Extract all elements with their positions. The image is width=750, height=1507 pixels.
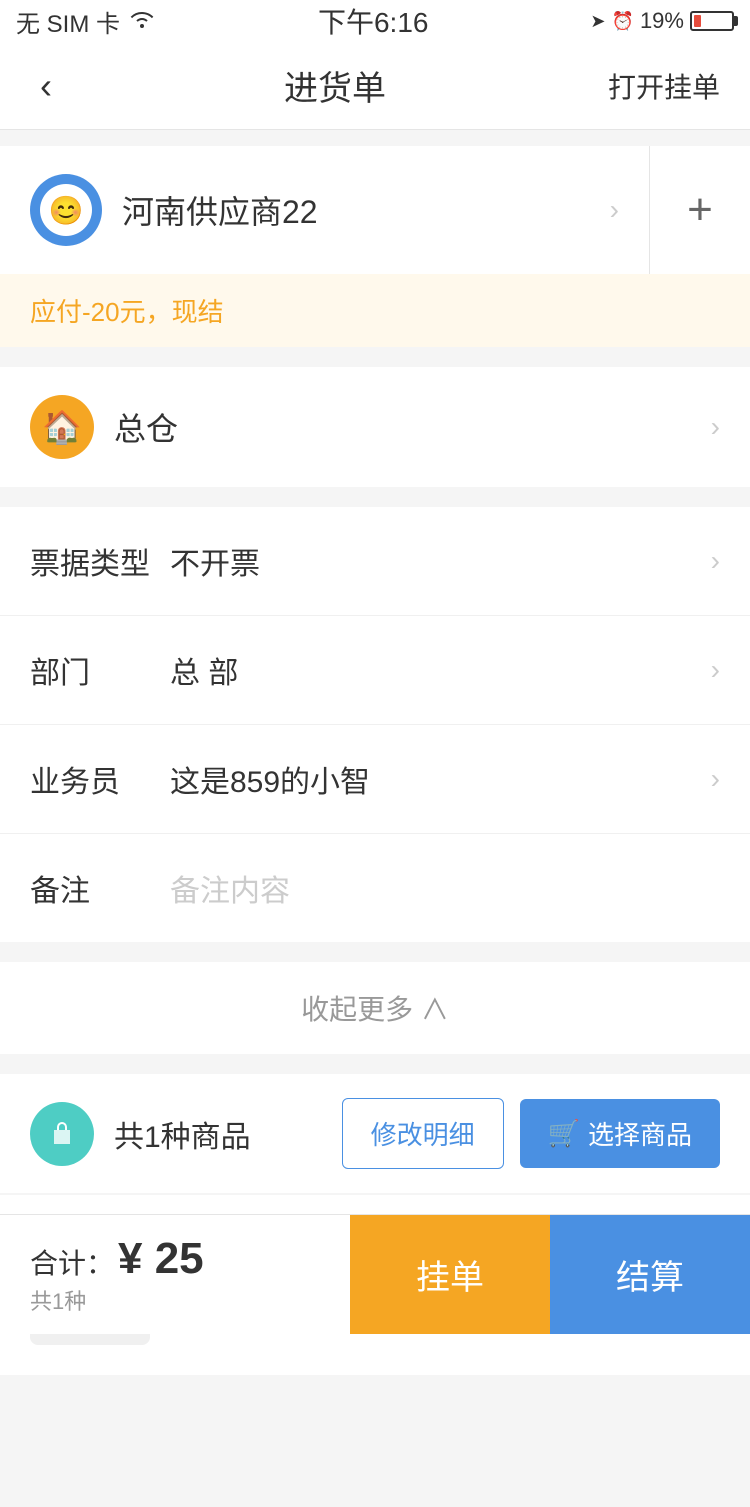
ticket-type-chevron-icon: › <box>711 545 720 577</box>
department-label: 部门 <box>30 648 170 692</box>
select-product-button[interactable]: 🛒 选择商品 <box>520 1099 720 1168</box>
supplier-avatar-face: 😊 <box>49 194 84 227</box>
bottom-total: 合计： ¥ 25 共1种 <box>0 1215 350 1334</box>
page-title: 进货单 <box>284 61 386 110</box>
status-left: 无 SIM 卡 <box>16 4 156 39</box>
settle-button[interactable]: 结算 <box>550 1215 750 1334</box>
department-chevron-icon: › <box>711 654 720 686</box>
salesman-chevron-icon: › <box>711 763 720 795</box>
supplier-avatar: 😊 <box>30 174 102 246</box>
form-card: 票据类型 不开票 › 部门 总 部 › 业务员 这是859的小智 › 备注 备注… <box>0 507 750 942</box>
product-count: 共1种商品 <box>114 1112 342 1156</box>
warehouse-name: 总仓 <box>114 404 701 450</box>
status-bar: 无 SIM 卡 下午6:16 ➤ ⏰ 19% <box>0 0 750 42</box>
notice-bar: 应付-20元，现结 <box>0 274 750 347</box>
carrier-label: 无 SIM 卡 <box>16 4 120 39</box>
notice-text: 应付-20元，现结 <box>30 297 224 327</box>
department-row[interactable]: 部门 总 部 › <box>0 616 750 725</box>
bottom-spacer <box>0 1377 750 1507</box>
total-label: 合计： <box>30 1242 114 1282</box>
remark-row[interactable]: 备注 备注内容 <box>0 834 750 942</box>
chevron-right-icon: › <box>610 194 619 226</box>
warehouse-selector[interactable]: 🏠 总仓 › <box>0 367 750 487</box>
salesman-label: 业务员 <box>30 757 170 801</box>
ticket-type-label: 票据类型 <box>30 539 170 583</box>
pending-button[interactable]: 挂单 <box>350 1215 550 1334</box>
status-time: 下午6:16 <box>318 1 429 41</box>
product-header: 共1种商品 修改明细 🛒 选择商品 <box>0 1074 750 1193</box>
select-product-label: 选择商品 <box>588 1115 692 1152</box>
back-button[interactable]: ‹ <box>30 55 62 117</box>
department-value: 总 部 <box>170 648 701 692</box>
remark-input[interactable]: 备注内容 <box>170 866 720 910</box>
total-amount: ¥ 25 <box>118 1234 204 1284</box>
product-icon <box>30 1102 94 1166</box>
ticket-type-value: 不开票 <box>170 539 701 583</box>
wifi-icon <box>128 7 156 35</box>
nav-bar: ‹ 进货单 打开挂单 <box>0 42 750 130</box>
supplier-name: 河南供应商22 <box>122 187 600 233</box>
salesman-value: 这是859的小智 <box>170 757 701 801</box>
warehouse-chevron-icon: › <box>711 411 720 443</box>
location-icon: ➤ <box>590 11 605 32</box>
status-right: ➤ ⏰ 19% <box>590 8 734 34</box>
warehouse-icon: 🏠 <box>30 395 94 459</box>
supplier-selector[interactable]: 😊 河南供应商22 › <box>0 146 650 274</box>
open-pending-button[interactable]: 打开挂单 <box>608 66 720 106</box>
total-sub: 共1种 <box>30 1284 320 1316</box>
edit-detail-button[interactable]: 修改明细 <box>342 1098 504 1169</box>
collapse-button[interactable]: 收起更多 ∧ <box>0 962 750 1054</box>
bottom-bar: 合计： ¥ 25 共1种 挂单 结算 <box>0 1214 750 1334</box>
salesman-row[interactable]: 业务员 这是859的小智 › <box>0 725 750 834</box>
divider-top <box>0 130 750 146</box>
ticket-type-row[interactable]: 票据类型 不开票 › <box>0 507 750 616</box>
battery-icon <box>690 11 734 31</box>
battery-percent: 19% <box>640 8 684 34</box>
cart-icon: 🛒 <box>548 1118 580 1149</box>
remark-label: 备注 <box>30 866 170 910</box>
supplier-section: 😊 河南供应商22 › + <box>0 146 750 274</box>
alarm-icon: ⏰ <box>612 11 634 32</box>
add-supplier-button[interactable]: + <box>650 146 750 274</box>
